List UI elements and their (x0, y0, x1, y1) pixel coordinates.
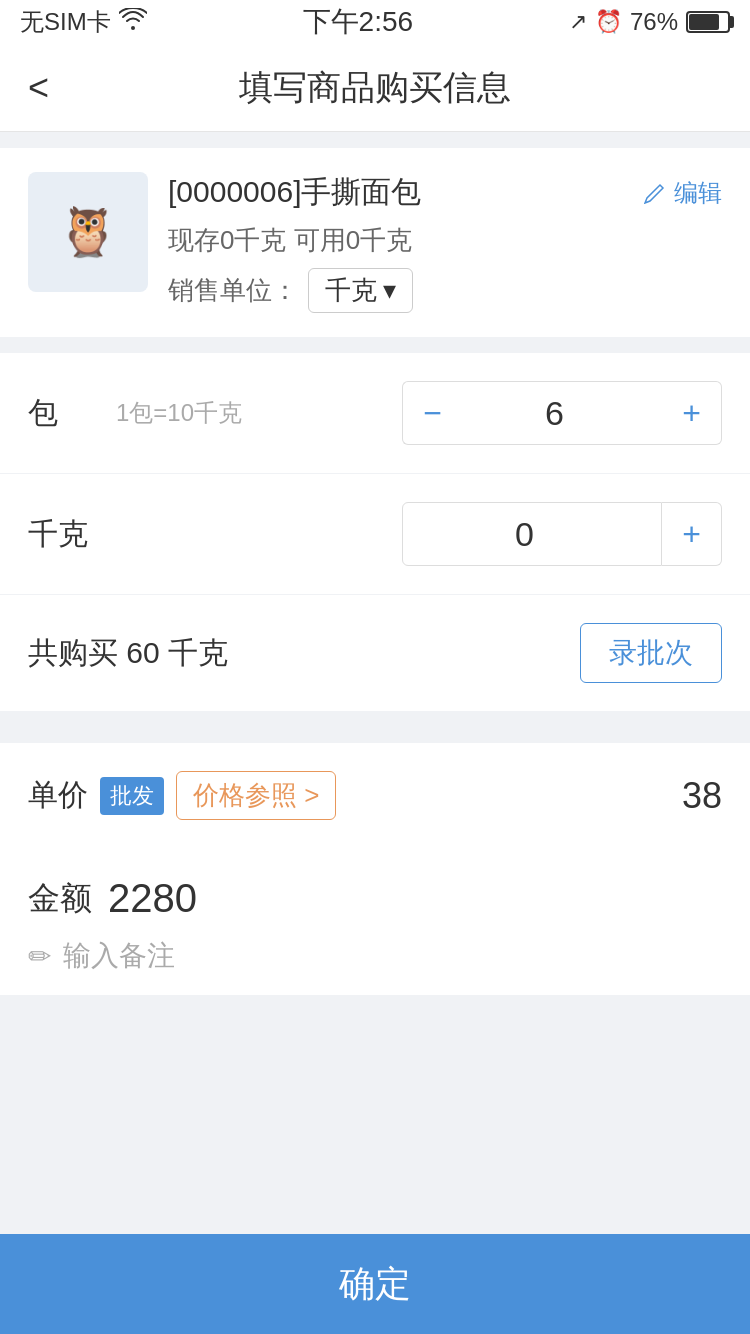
amount-value: 2280 (108, 876, 197, 921)
battery-icon (686, 11, 730, 33)
product-image: 🦉 (28, 172, 148, 292)
divider-1 (0, 337, 750, 353)
unit-dropdown[interactable]: 千克 ▾ (308, 268, 413, 313)
bao-quantity-control: − + (402, 381, 722, 445)
bao-sublabel: 1包=10千克 (116, 397, 402, 429)
summary-row: 共购买 60 千克 录批次 (0, 595, 750, 711)
product-stock: 现存0千克 可用0千克 (168, 223, 722, 258)
qianke-label: 千克 (28, 514, 108, 555)
batch-button[interactable]: 录批次 (580, 623, 722, 683)
batch-tag: 批发 (100, 777, 164, 815)
qianke-quantity-control: + (402, 502, 722, 566)
wifi-icon (119, 8, 147, 36)
bao-minus-button[interactable]: − (402, 381, 462, 445)
back-button[interactable]: < (28, 67, 49, 109)
product-card: 🦉 [0000006]手撕面包 编辑 现存0千克 可用0千克 销售单位： 千克 … (0, 148, 750, 337)
owl-logo-icon: 🦉 (58, 204, 118, 260)
nav-bar: < 填写商品购买信息 (0, 44, 750, 132)
edit-button[interactable]: 编辑 (644, 177, 722, 209)
bao-row: 包 1包=10千克 − + (0, 353, 750, 474)
input-section: 包 1包=10千克 − + 千克 + (0, 353, 750, 595)
product-info: [0000006]手撕面包 编辑 现存0千克 可用0千克 销售单位： 千克 ▾ (168, 172, 722, 313)
page-title: 填写商品购买信息 (239, 65, 511, 111)
price-section: 单价 批发 价格参照 > 38 (0, 743, 750, 848)
amount-label: 金额 (28, 877, 92, 921)
alarm-icon: ⏰ (595, 9, 622, 35)
summary-text: 共购买 60 千克 (28, 633, 228, 674)
location-icon: ↗ (569, 9, 587, 35)
status-left: 无SIM卡 (20, 6, 147, 38)
bao-label: 包 (28, 393, 108, 434)
price-ref-button[interactable]: 价格参照 > (176, 771, 336, 820)
carrier-text: 无SIM卡 (20, 6, 111, 38)
battery-percent: 76% (630, 8, 678, 36)
status-right: ↗ ⏰ 76% (569, 8, 730, 36)
remark-placeholder: 输入备注 (63, 937, 175, 975)
product-unit-row: 销售单位： 千克 ▾ (168, 268, 722, 313)
price-label: 单价 (28, 775, 88, 816)
product-header: [0000006]手撕面包 编辑 (168, 172, 722, 213)
remark-row[interactable]: ✏ 输入备注 (28, 937, 722, 975)
status-time: 下午2:56 (303, 3, 414, 41)
amount-section: 金额 2280 ✏ 输入备注 (0, 848, 750, 995)
chevron-down-icon: ▾ (383, 275, 396, 306)
qianke-plus-button[interactable]: + (662, 502, 722, 566)
status-bar: 无SIM卡 下午2:56 ↗ ⏰ 76% (0, 0, 750, 44)
pencil-icon: ✏ (28, 940, 51, 973)
price-left: 单价 批发 价格参照 > (28, 771, 336, 820)
confirm-button[interactable]: 确定 (0, 1234, 750, 1334)
price-value: 38 (682, 775, 722, 817)
qianke-input[interactable] (402, 502, 662, 566)
qianke-row: 千克 + (0, 474, 750, 595)
bao-input[interactable] (462, 381, 662, 445)
amount-row: 金额 2280 (28, 876, 722, 921)
divider-2 (0, 711, 750, 727)
product-name: [0000006]手撕面包 (168, 172, 421, 213)
bao-plus-button[interactable]: + (662, 381, 722, 445)
